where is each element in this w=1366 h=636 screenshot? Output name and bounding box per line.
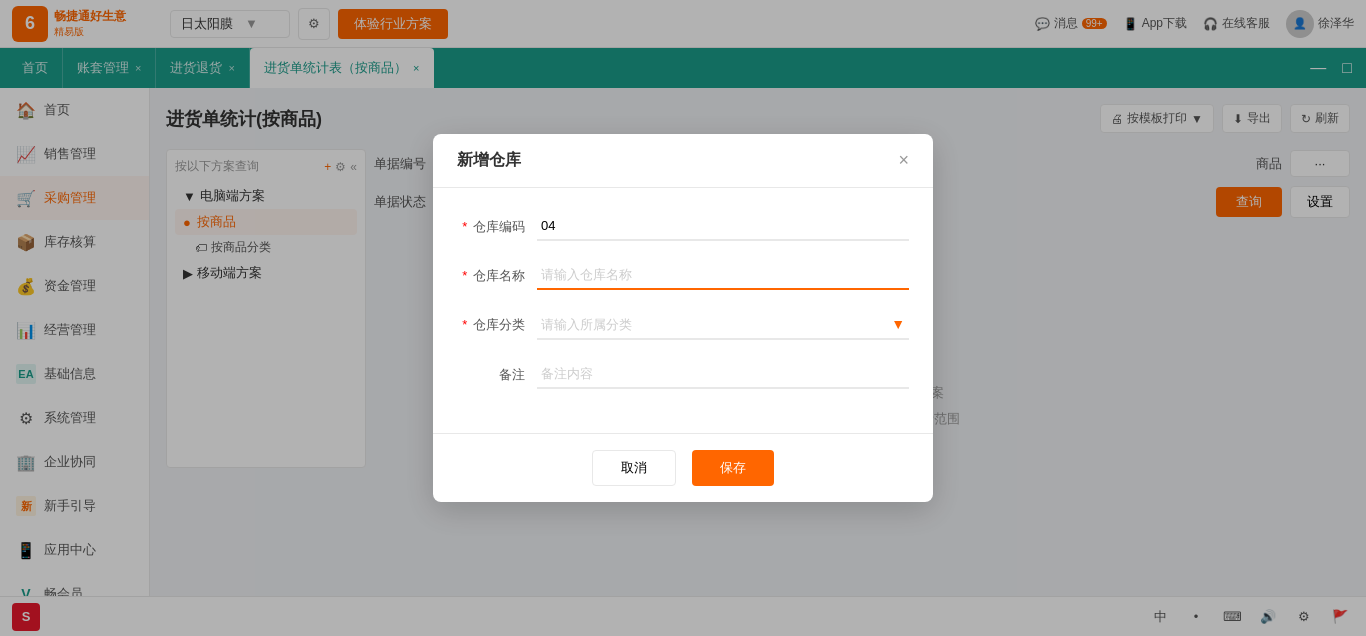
modal-close-button[interactable]: ×	[898, 150, 909, 171]
remark-input[interactable]	[537, 360, 909, 389]
modal-body: * 仓库编码 * 仓库名称 * 仓库分类	[433, 188, 933, 433]
warehouse-name-input[interactable]	[537, 261, 909, 290]
form-label-remark: 备注	[457, 366, 537, 384]
required-star-name: *	[462, 268, 467, 283]
form-row-code: * 仓库编码	[457, 212, 909, 241]
warehouse-code-input[interactable]	[537, 212, 909, 241]
new-warehouse-modal: 新增仓库 × * 仓库编码 * 仓库名称	[433, 134, 933, 502]
form-label-code: * 仓库编码	[457, 218, 537, 236]
form-row-name: * 仓库名称	[457, 261, 909, 290]
category-dropdown-arrow: ▼	[891, 316, 905, 332]
form-label-name: * 仓库名称	[457, 267, 537, 285]
form-row-remark: 备注	[457, 360, 909, 389]
modal-overlay: 新增仓库 × * 仓库编码 * 仓库名称	[0, 0, 1366, 636]
form-label-category: * 仓库分类	[457, 316, 537, 334]
warehouse-category-select[interactable]: ▼	[537, 310, 909, 340]
form-row-category: * 仓库分类 ▼	[457, 310, 909, 340]
cancel-button[interactable]: 取消	[592, 450, 676, 486]
save-button[interactable]: 保存	[692, 450, 774, 486]
required-star-category: *	[462, 317, 467, 332]
required-star-code: *	[462, 219, 467, 234]
modal-header: 新增仓库 ×	[433, 134, 933, 188]
modal-title: 新增仓库	[457, 150, 521, 171]
category-input[interactable]	[541, 317, 891, 332]
modal-footer: 取消 保存	[433, 433, 933, 502]
